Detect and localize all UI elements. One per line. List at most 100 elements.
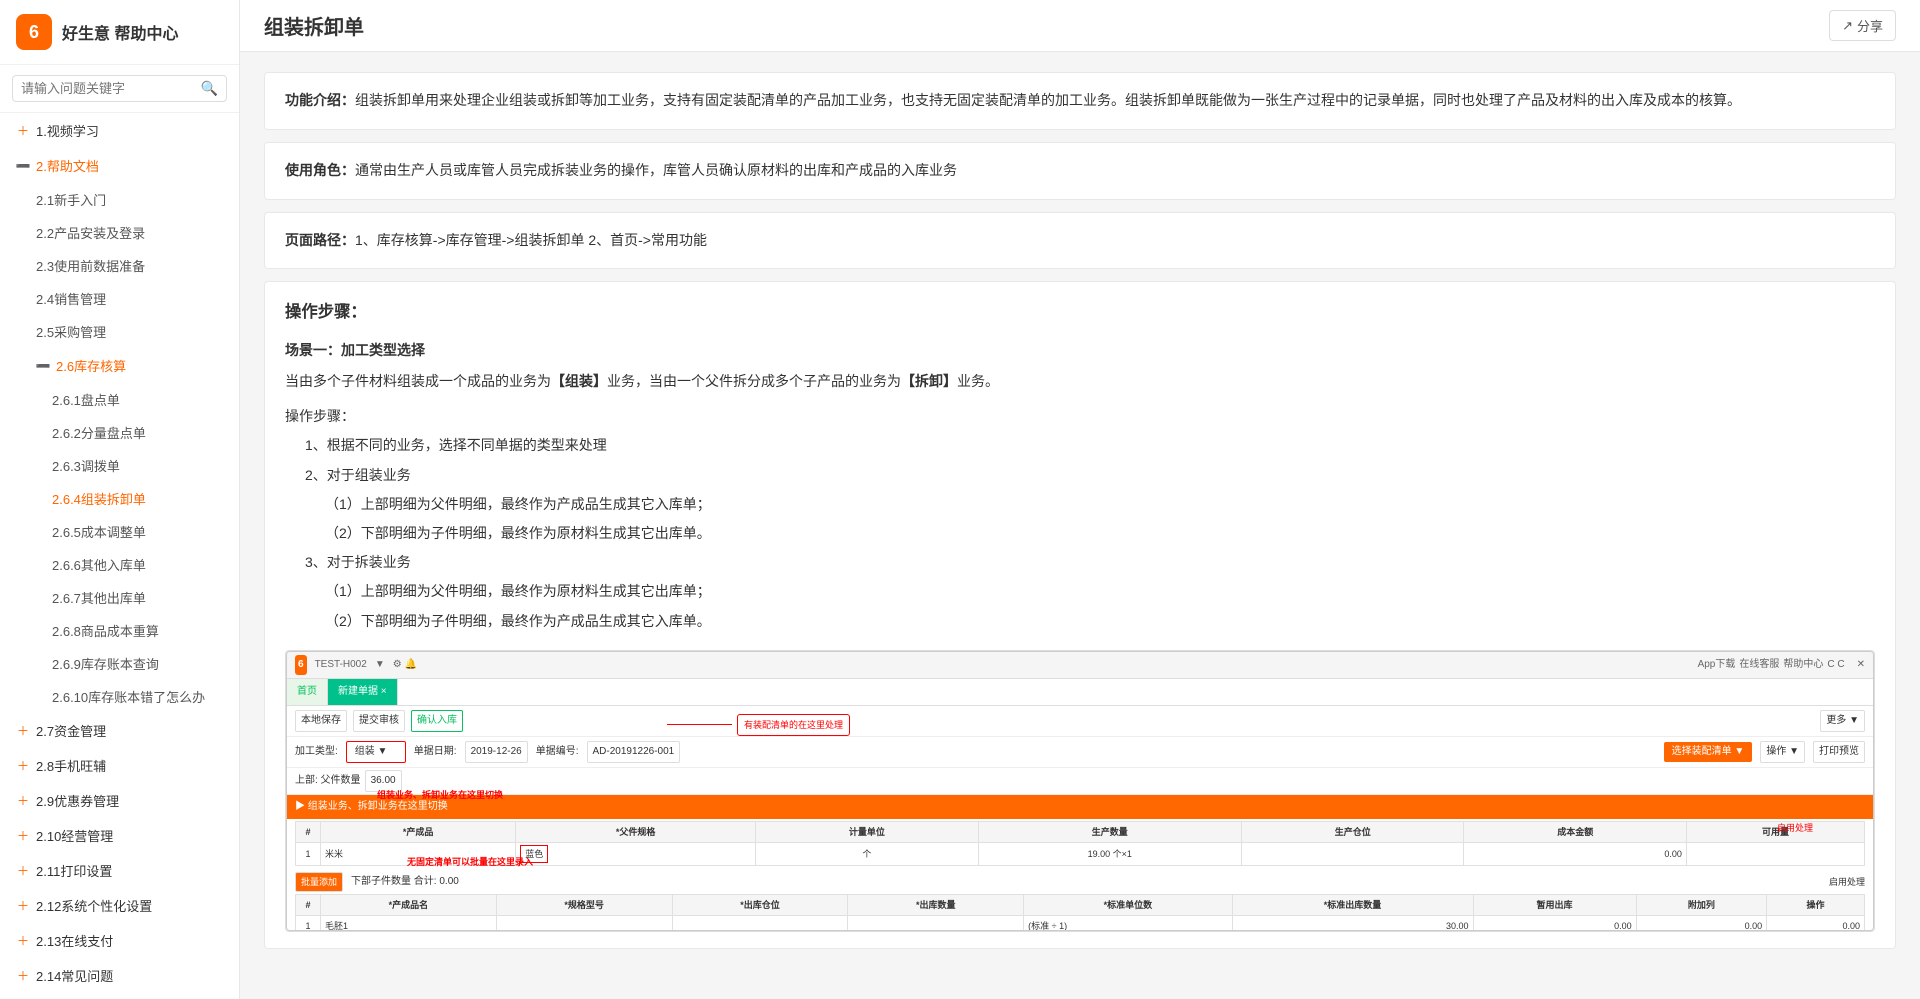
sidebar-item-2-6-5[interactable]: 2.6.5成本调整单 xyxy=(0,515,239,548)
logo-area: 6 好生意 帮助中心 xyxy=(0,0,239,65)
nav-group-title-12[interactable]: ＋ 2.12系统个性化设置 xyxy=(0,888,239,923)
nav-group-title-14[interactable]: ＋ 2.14常见问题 xyxy=(0,958,239,993)
sidebar-item-2-2[interactable]: 2.2产品安装及登录 xyxy=(0,216,239,249)
share-button[interactable]: ↗ 分享 xyxy=(1829,10,1896,41)
mock-form-no[interactable]: AD-20191226-001 xyxy=(587,741,681,763)
mock-lower-table: # *产成品名 *规格型号 *出库仓位 *出库数量 *标准单位数 *标准出库数量… xyxy=(295,894,1865,929)
step-3: 3、对于拆装业务 xyxy=(285,550,1875,575)
scenario-1-desc: 当由多个子件材料组装成一个成品的业务为【组装】业务，当由一个父件拆分成多个子产品… xyxy=(285,369,1875,394)
sidebar-item-2-1[interactable]: 2.1新手入门 xyxy=(0,183,239,216)
mock-btn-print[interactable]: 打印预览 xyxy=(1813,741,1865,763)
nav-group-10: ＋ 2.10经营管理 xyxy=(0,818,239,853)
nav-group-8: ＋ 2.8手机旺辅 xyxy=(0,748,239,783)
mock-upper-qty[interactable]: 36.00 xyxy=(365,770,402,792)
sidebar-item-2-6-1[interactable]: 2.6.1盘点单 xyxy=(0,383,239,416)
step-1: 1、根据不同的业务，选择不同单据的类型来处理 xyxy=(285,433,1875,458)
mock-title: TEST-H002 xyxy=(315,656,367,674)
intro-text: 组装拆卸单用来处理企业组装或拆卸等加工业务，支持有固定装配清单的产品加工业务，也… xyxy=(355,92,1741,108)
search-box[interactable]: 🔍 xyxy=(12,75,227,102)
sidebar-item-2-4[interactable]: 2.4销售管理 xyxy=(0,282,239,315)
nav-group-label-9: 2.9优惠券管理 xyxy=(36,791,119,810)
search-area: 🔍 xyxy=(0,65,239,113)
mock-close-icon[interactable]: ✕ xyxy=(1857,656,1865,674)
sidebar-item-2-6-7[interactable]: 2.6.7其他出库单 xyxy=(0,581,239,614)
nav-group-9: ＋ 2.9优惠券管理 xyxy=(0,783,239,818)
path-card: 页面路径：1、库存核算->库存管理->组装拆卸单 2、首页->常用功能 xyxy=(264,212,1896,270)
nav-group-title-2-6[interactable]: ➖ 2.6库存核算 xyxy=(0,348,239,383)
nav-group-1: ＋ 1.视频学习 xyxy=(0,113,239,148)
expand-icon-12: ＋ xyxy=(16,899,30,913)
nav-group-label-2: 2.帮助文档 xyxy=(36,156,99,175)
mock-titlebar: 6 TEST-H002 ▼ ⚙ 🔔 App下载 在线客服 帮助中心 C C ✕ xyxy=(287,652,1873,679)
nav-group-title-13[interactable]: ＋ 2.13在线支付 xyxy=(0,923,239,958)
mock-upper-area: 上部: 父件数量 36.00 xyxy=(287,768,1873,795)
sidebar-item-2-6-2[interactable]: 2.6.2分量盘点单 xyxy=(0,416,239,449)
nav-group-label-12: 2.12系统个性化设置 xyxy=(36,896,152,915)
sidebar-item-2-6-4[interactable]: 2.6.4组装拆卸单 xyxy=(0,482,239,515)
nav-group-12: ＋ 2.12系统个性化设置 xyxy=(0,888,239,923)
sidebar-item-2-6-6[interactable]: 2.6.6其他入库单 xyxy=(0,548,239,581)
mock-btn-assembly[interactable]: 选择装配清单 ▼ xyxy=(1664,742,1753,762)
sidebar: 6 好生意 帮助中心 🔍 ＋ 1.视频学习 ➖ 2.帮助文档 2.1新手入门 xyxy=(0,0,240,999)
sidebar-item-2-6-8[interactable]: 2.6.8商品成本重算 xyxy=(0,614,239,647)
mock-form-label-date: 单据日期: xyxy=(414,743,457,761)
mock-orange-bar: ▶ 组装业务、拆卸业务在这里切换 xyxy=(287,795,1873,819)
nav-group-label-11: 2.11打印设置 xyxy=(36,861,112,880)
mock-form-label-no: 单据编号: xyxy=(536,743,579,761)
nav-group-title-15[interactable]: ＋ 2.15操作案例 xyxy=(0,993,239,999)
steps-title: 操作步骤： xyxy=(285,298,1875,327)
mock-form-type-input[interactable]: 组装 ▼ xyxy=(346,741,406,763)
nav-group-title-9[interactable]: ＋ 2.9优惠券管理 xyxy=(0,783,239,818)
mock-dropdown-icon: ▼ xyxy=(375,656,385,674)
mock-btn-more[interactable]: 更多 ▼ xyxy=(1820,710,1865,732)
share-icon: ↗ xyxy=(1842,18,1853,34)
mock-btn-save[interactable]: 本地保存 xyxy=(295,710,347,732)
page-title: 组装拆卸单 xyxy=(264,11,364,40)
sidebar-item-2-6-10[interactable]: 2.6.10库存账本错了怎么办 xyxy=(0,680,239,713)
nav-group-title-7[interactable]: ＋ 2.7资金管理 xyxy=(0,713,239,748)
expand-icon-7: ＋ xyxy=(16,724,30,738)
top-bar: 组装拆卸单 ↗ 分享 xyxy=(240,0,1920,52)
step-2: 2、对于组装业务 xyxy=(285,463,1875,488)
sidebar-item-2-3[interactable]: 2.3使用前数据准备 xyxy=(0,249,239,282)
step-2-1: （1）上部明细为父件明细，最终作为产成品生成其它入库单； xyxy=(285,492,1875,517)
mock-btn-ops[interactable]: 操作 ▼ xyxy=(1760,741,1805,763)
search-input[interactable] xyxy=(21,81,201,96)
mock-form: 加工类型: 组装 ▼ 单据日期: 2019-12-26 单据编号: AD-201… xyxy=(287,737,1873,768)
mock-form-label-type: 加工类型: xyxy=(295,743,338,761)
nav-group-label-8: 2.8手机旺辅 xyxy=(36,756,106,775)
nav-group-label-10: 2.10经营管理 xyxy=(36,826,113,845)
path-text: 1、库存核算->库存管理->组装拆卸单 2、首页->常用功能 xyxy=(355,232,707,248)
mock-btn-submit[interactable]: 提交审核 xyxy=(353,710,405,732)
nav-group-title-8[interactable]: ＋ 2.8手机旺辅 xyxy=(0,748,239,783)
nav-group-13: ＋ 2.13在线支付 xyxy=(0,923,239,958)
nav-group-title-2[interactable]: ➖ 2.帮助文档 xyxy=(0,148,239,183)
nav-group-title-11[interactable]: ＋ 2.11打印设置 xyxy=(0,853,239,888)
expand-icon-13: ＋ xyxy=(16,934,30,948)
step-2-2: （2）下部明细为子件明细，最终作为原材料生成其它出库单。 xyxy=(285,521,1875,546)
step-3-1: （1）上部明细为父件明细，最终作为原材料生成其它出库单； xyxy=(285,579,1875,604)
mock-lower-header: 批量添加 下部子件数量 合计: 0.00 启用处理 xyxy=(295,870,1865,894)
mock-tab-new[interactable]: 新建单据 × xyxy=(328,679,398,705)
mock-tab-active[interactable]: 首页 xyxy=(287,679,328,705)
role-label: 使用角色： xyxy=(285,162,355,178)
sidebar-item-2-6-9[interactable]: 2.6.9库存账本查询 xyxy=(0,647,239,680)
nav-group-14: ＋ 2.14常见问题 xyxy=(0,958,239,993)
mock-btn-confirm[interactable]: 确认入库 xyxy=(411,710,463,732)
intro-label: 功能介绍： xyxy=(285,92,355,108)
sidebar-item-2-6-3[interactable]: 2.6.3调拨单 xyxy=(0,449,239,482)
sidebar-item-2-5[interactable]: 2.5采购管理 xyxy=(0,315,239,348)
mock-nav-tabs: 首页 新建单据 × xyxy=(287,679,1873,706)
path-label: 页面路径： xyxy=(285,232,355,248)
main-area: 组装拆卸单 ↗ 分享 功能介绍：组装拆卸单用来处理企业组装或拆卸等加工业务，支持… xyxy=(240,0,1920,999)
nav-group-title-10[interactable]: ＋ 2.10经营管理 xyxy=(0,818,239,853)
nav-group-title-1[interactable]: ＋ 1.视频学习 xyxy=(0,113,239,148)
mock-form-date[interactable]: 2019-12-26 xyxy=(465,741,528,763)
nav-group-11: ＋ 2.11打印设置 xyxy=(0,853,239,888)
expand-icon-11: ＋ xyxy=(16,864,30,878)
mock-lower-right: 启用处理 xyxy=(1829,874,1865,890)
mock-btn-batch[interactable]: 批量添加 xyxy=(295,872,343,892)
search-icon[interactable]: 🔍 xyxy=(201,80,218,97)
nav-group-7: ＋ 2.7资金管理 xyxy=(0,713,239,748)
role-card: 使用角色：通常由生产人员或库管人员完成拆装业务的操作，库管人员确认原材料的出库和… xyxy=(264,142,1896,200)
